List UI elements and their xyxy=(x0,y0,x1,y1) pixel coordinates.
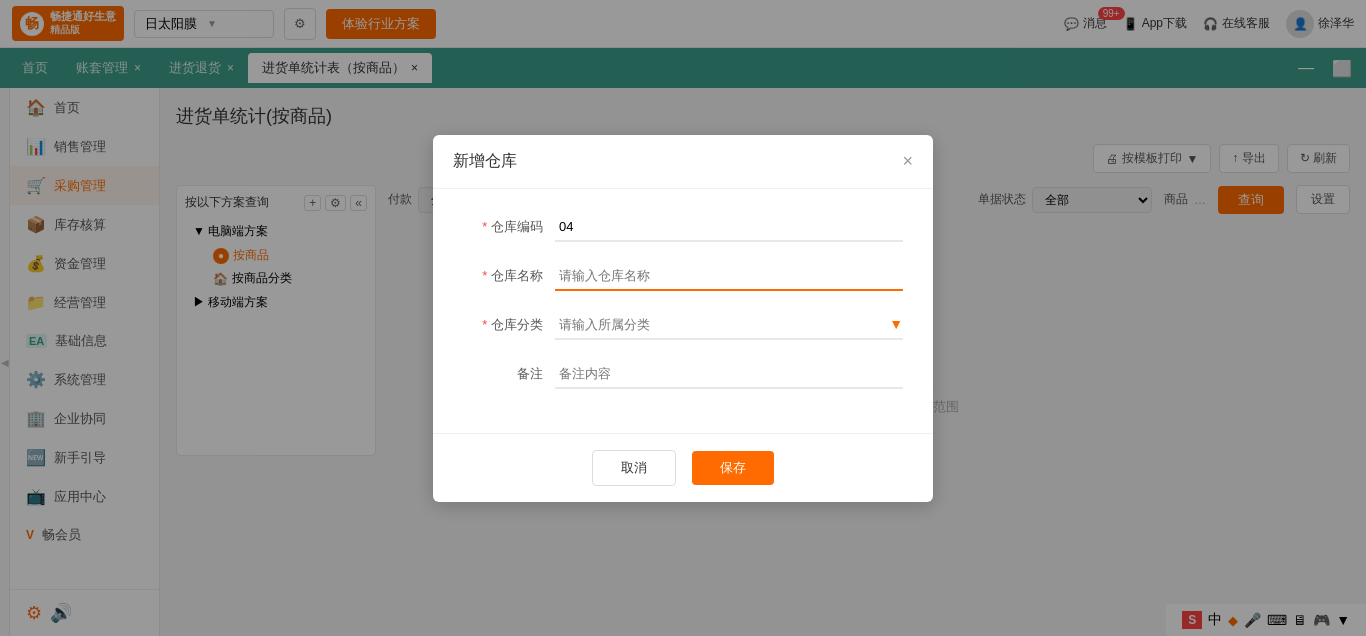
modal-footer: 取消 保存 xyxy=(433,433,933,502)
name-input[interactable] xyxy=(555,262,903,291)
form-row-category: 仓库分类 ▼ xyxy=(463,311,903,340)
modal-title: 新增仓库 xyxy=(453,151,517,172)
new-warehouse-modal: 新增仓库 × 仓库编码 仓库名称 仓库分类 ▼ xyxy=(433,135,933,502)
cancel-button[interactable]: 取消 xyxy=(592,450,676,486)
save-button[interactable]: 保存 xyxy=(692,451,774,485)
modal-overlay[interactable]: 新增仓库 × 仓库编码 仓库名称 仓库分类 ▼ xyxy=(0,0,1366,636)
category-input[interactable] xyxy=(555,311,889,338)
modal-body: 仓库编码 仓库名称 仓库分类 ▼ 备注 xyxy=(433,189,933,433)
form-row-note: 备注 xyxy=(463,360,903,389)
category-label: 仓库分类 xyxy=(463,316,543,334)
category-dropdown-icon[interactable]: ▼ xyxy=(889,316,903,332)
modal-close-icon[interactable]: × xyxy=(902,151,913,172)
note-input[interactable] xyxy=(555,360,903,389)
code-label: 仓库编码 xyxy=(463,218,543,236)
form-row-code: 仓库编码 xyxy=(463,213,903,242)
note-label: 备注 xyxy=(463,365,543,383)
category-select-wrapper: ▼ xyxy=(555,311,903,340)
modal-header: 新增仓库 × xyxy=(433,135,933,189)
code-input[interactable] xyxy=(555,213,903,242)
form-row-name: 仓库名称 xyxy=(463,262,903,291)
name-label: 仓库名称 xyxy=(463,267,543,285)
